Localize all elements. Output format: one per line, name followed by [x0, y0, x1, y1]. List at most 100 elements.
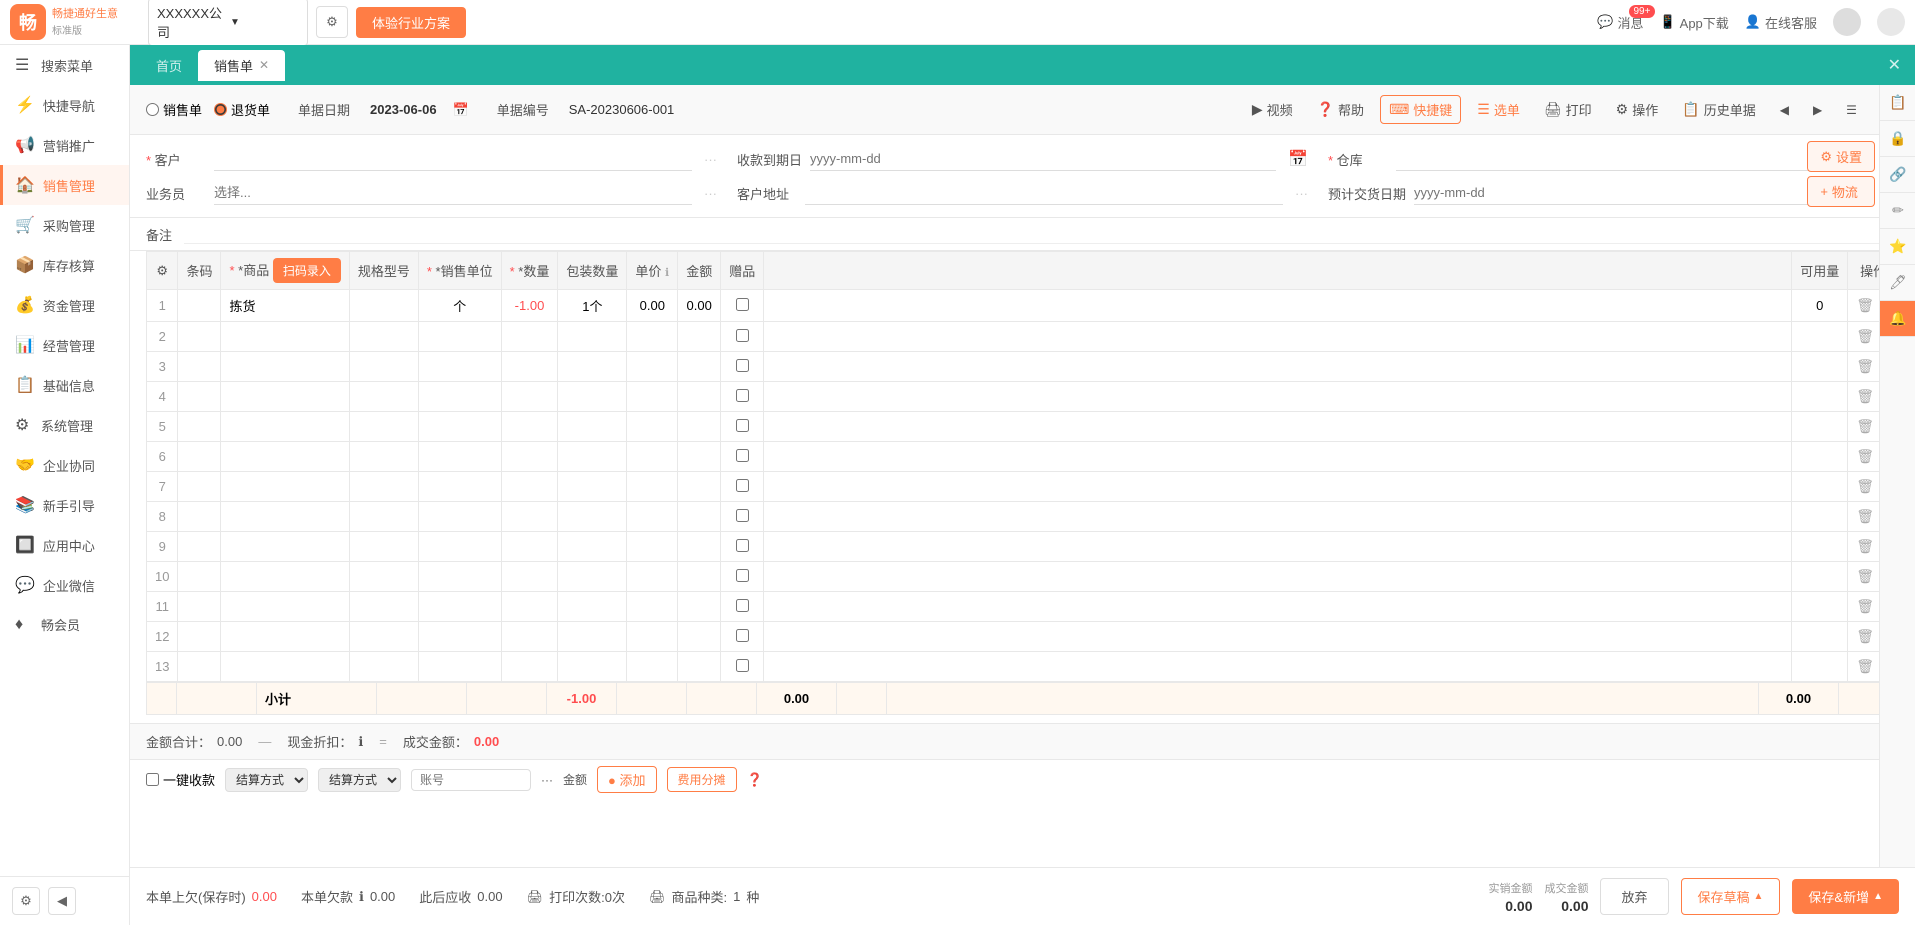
cell-spec-6[interactable] — [349, 472, 418, 502]
tab-home[interactable]: 首页 — [140, 50, 198, 81]
nav-prev-btn[interactable]: ◀ — [1772, 99, 1797, 121]
delete-icon-3[interactable]: 🗑 — [1856, 388, 1874, 405]
barcode-input-7[interactable] — [186, 509, 212, 524]
gift-checkbox-7[interactable] — [736, 509, 749, 522]
video-btn[interactable]: ▶ 视频 — [1244, 96, 1301, 123]
delete-icon-1[interactable]: 🗑 — [1856, 328, 1874, 345]
sidebar-item-sales[interactable]: 🏠 销售管理 — [0, 165, 129, 205]
select-btn[interactable]: ☰ 选单 — [1469, 96, 1528, 123]
sidebar-item-finance[interactable]: 💰 资金管理 — [0, 285, 129, 325]
cell-qty-7[interactable] — [501, 502, 558, 532]
cell-goods-11[interactable] — [221, 622, 349, 652]
salesperson-dots[interactable]: ··· — [704, 186, 717, 201]
delete-icon-2[interactable]: 🗑 — [1856, 358, 1874, 375]
goods-input-2[interactable] — [229, 359, 340, 374]
sidebar-item-marketing[interactable]: 📢 营销推广 — [0, 125, 129, 165]
delete-icon-9[interactable]: 🗑 — [1856, 568, 1874, 585]
nav-next-btn[interactable]: ▶ — [1805, 99, 1830, 121]
goods-input-5[interactable] — [229, 449, 340, 464]
radio-sales[interactable]: 销售单 — [146, 100, 202, 119]
app-download-btn[interactable]: 📱 App下载 — [1659, 13, 1728, 32]
delete-icon-12[interactable]: 🗑 — [1856, 658, 1874, 675]
cell-barcode-9[interactable] — [178, 562, 221, 592]
spec-input-9[interactable] — [358, 569, 410, 584]
payment-account-select[interactable]: 结算方式 — [318, 768, 401, 792]
cell-qty-1[interactable] — [501, 322, 558, 352]
price-info-icon[interactable]: ℹ — [665, 267, 669, 279]
cell-spec-0[interactable] — [349, 290, 418, 322]
delivery-input[interactable] — [1414, 181, 1867, 205]
flow-btn[interactable]: + 物流 — [1807, 176, 1875, 207]
remarks-input[interactable] — [184, 224, 1899, 244]
cell-goods-5[interactable] — [221, 442, 349, 472]
goods-input-6[interactable] — [229, 479, 340, 494]
cell-barcode-2[interactable] — [178, 352, 221, 382]
cell-goods-0[interactable] — [221, 290, 349, 322]
delete-icon-5[interactable]: 🗑 — [1856, 448, 1874, 465]
payment-help-icon[interactable]: ❓ — [747, 772, 763, 788]
right-btn-1[interactable]: 📋 — [1880, 85, 1915, 121]
barcode-input-1[interactable] — [186, 329, 212, 344]
avatar-extra[interactable] — [1877, 8, 1905, 36]
cell-gift-12[interactable] — [721, 652, 764, 682]
barcode-input-9[interactable] — [186, 569, 212, 584]
goods-input-10[interactable] — [229, 599, 340, 614]
online-service-btn[interactable]: 👤 在线客服 — [1745, 13, 1817, 32]
cell-qty-3[interactable] — [501, 382, 558, 412]
cell-qty-9[interactable] — [501, 562, 558, 592]
cell-goods-1[interactable] — [221, 322, 349, 352]
cell-qty-4[interactable] — [501, 412, 558, 442]
gift-checkbox-6[interactable] — [736, 479, 749, 492]
cell-goods-10[interactable] — [221, 592, 349, 622]
cell-spec-3[interactable] — [349, 382, 418, 412]
gift-checkbox-1[interactable] — [736, 329, 749, 342]
cell-goods-4[interactable] — [221, 412, 349, 442]
cell-gift-1[interactable] — [721, 322, 764, 352]
cell-gift-11[interactable] — [721, 622, 764, 652]
tab-bar-close-btn[interactable]: ✕ — [1884, 51, 1905, 79]
cell-gift-9[interactable] — [721, 562, 764, 592]
avatar[interactable] — [1833, 8, 1861, 36]
right-btn-4[interactable]: ✏ — [1880, 193, 1915, 229]
cell-gift-3[interactable] — [721, 382, 764, 412]
gift-checkbox-12[interactable] — [736, 659, 749, 672]
goods-input-0[interactable] — [229, 298, 340, 313]
spec-input-11[interactable] — [358, 629, 410, 644]
right-btn-2[interactable]: 🔒 — [1880, 121, 1915, 157]
sidebar-item-system[interactable]: ⚙ 系统管理 — [0, 405, 129, 445]
save-draft-button[interactable]: 保存草稿 ▲ — [1681, 878, 1781, 915]
gift-checkbox-5[interactable] — [736, 449, 749, 462]
settings-icon[interactable]: ⚙ — [316, 6, 348, 38]
goods-input-4[interactable] — [229, 419, 340, 434]
cell-barcode-6[interactable] — [178, 472, 221, 502]
cell-gift-2[interactable] — [721, 352, 764, 382]
goods-input-12[interactable] — [229, 659, 340, 674]
address-dots[interactable]: ··· — [1295, 186, 1308, 201]
sidebar-item-basics[interactable]: 📋 基础信息 — [0, 365, 129, 405]
shortcut-btn[interactable]: ⌨ 快捷键 — [1380, 95, 1461, 124]
cell-barcode-4[interactable] — [178, 412, 221, 442]
sidebar-item-apps[interactable]: 🔲 应用中心 — [0, 525, 129, 565]
cell-barcode-8[interactable] — [178, 532, 221, 562]
barcode-input-12[interactable] — [186, 659, 212, 674]
cell-gift-8[interactable] — [721, 532, 764, 562]
delete-icon-7[interactable]: 🗑 — [1856, 508, 1874, 525]
sidebar-item-guide[interactable]: 📚 新手引导 — [0, 485, 129, 525]
goods-input-8[interactable] — [229, 539, 340, 554]
cell-spec-2[interactable] — [349, 352, 418, 382]
spec-input-6[interactable] — [358, 479, 410, 494]
help-btn[interactable]: ❓ 帮助 — [1309, 96, 1372, 123]
cell-barcode-0[interactable] — [178, 290, 221, 322]
spec-input-0[interactable] — [358, 298, 410, 313]
cell-barcode-11[interactable] — [178, 622, 221, 652]
th-settings[interactable]: ⚙ — [147, 252, 178, 290]
tab-sales-order[interactable]: 销售单 ✕ — [198, 50, 285, 81]
cell-barcode-3[interactable] — [178, 382, 221, 412]
expense-split-button[interactable]: 费用分摊 — [667, 767, 737, 792]
print-btn[interactable]: 🖨 打印 — [1536, 96, 1600, 123]
history-btn[interactable]: 📋 历史单据 — [1674, 96, 1763, 123]
sidebar-item-search[interactable]: ☰ 搜索菜单 — [0, 45, 129, 85]
cell-barcode-1[interactable] — [178, 322, 221, 352]
add-button[interactable]: ● 添加 — [597, 766, 656, 793]
calendar-icon[interactable]: 📅 — [453, 102, 469, 118]
